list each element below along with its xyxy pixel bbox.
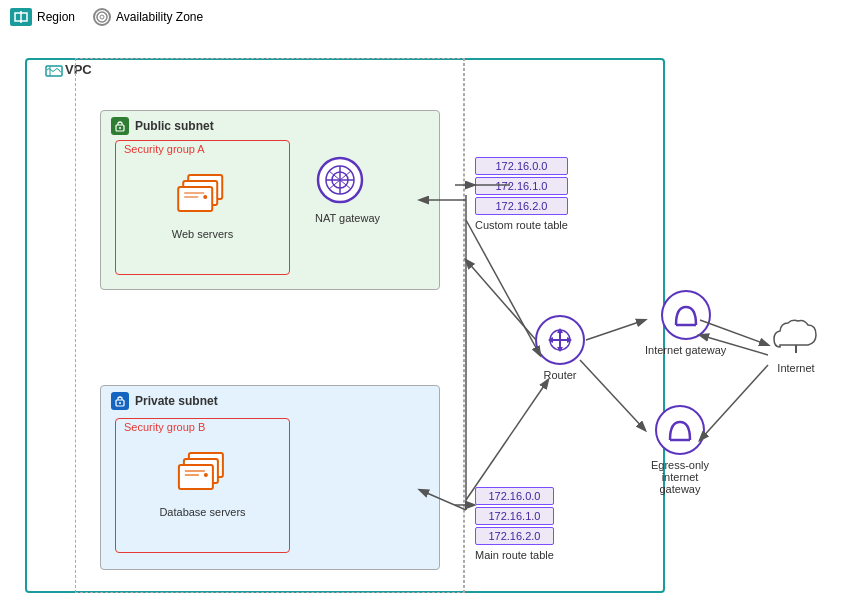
- svg-point-22: [119, 402, 121, 404]
- route-entry-2: 172.16.1.0: [475, 177, 568, 195]
- custom-route-table: 172.16.0.0 172.16.1.0 172.16.2.0 Custom …: [475, 155, 568, 231]
- router-label: Router: [535, 369, 585, 381]
- internet-icon: [770, 315, 822, 355]
- svg-point-28: [204, 473, 208, 477]
- web-servers-icon: [174, 171, 230, 223]
- svg-rect-10: [178, 187, 212, 211]
- vertical-divider: [463, 58, 464, 593]
- svg-point-2: [97, 12, 107, 22]
- private-subnet-label: Private subnet: [135, 394, 218, 408]
- svg-point-3: [100, 15, 104, 19]
- security-group-b: Security group B Database servers: [115, 418, 290, 553]
- public-subnet-label: Public subnet: [135, 119, 214, 133]
- web-servers-label: Web servers: [172, 228, 234, 240]
- svg-point-13: [203, 195, 207, 199]
- main-route-entry-2: 172.16.1.0: [475, 507, 554, 525]
- web-servers-group: Web servers: [172, 171, 234, 240]
- sg-b-label: Security group B: [124, 421, 205, 433]
- db-servers-icon: [175, 449, 231, 501]
- private-subnet-label-bar: Private subnet: [101, 386, 439, 416]
- route-entry-1: 172.16.0.0: [475, 157, 568, 175]
- nat-gateway-label: NAT gateway: [315, 212, 380, 224]
- router-circle: [535, 315, 585, 365]
- public-subnet-label-bar: Public subnet: [101, 111, 439, 141]
- az-label: Availability Zone: [116, 10, 203, 24]
- diagram-container: Region Availability Zone VPC: [0, 0, 847, 613]
- private-subnet-icon: [111, 392, 129, 410]
- route-entry-3: 172.16.2.0: [475, 197, 568, 215]
- internet-gw-label: Internet gateway: [645, 344, 726, 356]
- az-icon: [93, 8, 111, 26]
- db-servers-label: Database servers: [159, 506, 245, 518]
- svg-rect-25: [179, 465, 213, 489]
- main-route-entry-1: 172.16.0.0: [475, 487, 554, 505]
- egress-gateway: Egress-only internet gateway: [645, 405, 715, 495]
- main-route-table: 172.16.0.0 172.16.1.0 172.16.2.0 Main ro…: [475, 485, 554, 561]
- internet-gw-circle: [661, 290, 711, 340]
- nat-gateway: NAT gateway: [315, 155, 380, 224]
- internet-gateway: Internet gateway: [645, 290, 726, 356]
- region-label: Region: [37, 10, 75, 24]
- custom-route-table-label: Custom route table: [475, 219, 568, 231]
- svg-point-7: [119, 127, 121, 129]
- region-icon: [10, 8, 32, 26]
- main-route-entry-3: 172.16.2.0: [475, 527, 554, 545]
- egress-gw-label: Egress-only internet gateway: [645, 459, 715, 495]
- legend-bar: Region Availability Zone: [10, 8, 203, 26]
- az-legend: Availability Zone: [93, 8, 203, 26]
- public-subnet-icon: [111, 117, 129, 135]
- db-servers-group: Database servers: [159, 449, 245, 518]
- region-legend: Region: [10, 8, 75, 26]
- internet: Internet: [770, 315, 822, 374]
- nat-gateway-icon: [315, 155, 365, 205]
- main-route-table-label: Main route table: [475, 549, 554, 561]
- router: Router: [535, 315, 585, 381]
- sg-a-label: Security group A: [124, 143, 205, 155]
- security-group-a: Security group A Web servers: [115, 140, 290, 275]
- vpc-icon: [45, 62, 63, 80]
- egress-gw-circle: [655, 405, 705, 455]
- internet-label: Internet: [770, 362, 822, 374]
